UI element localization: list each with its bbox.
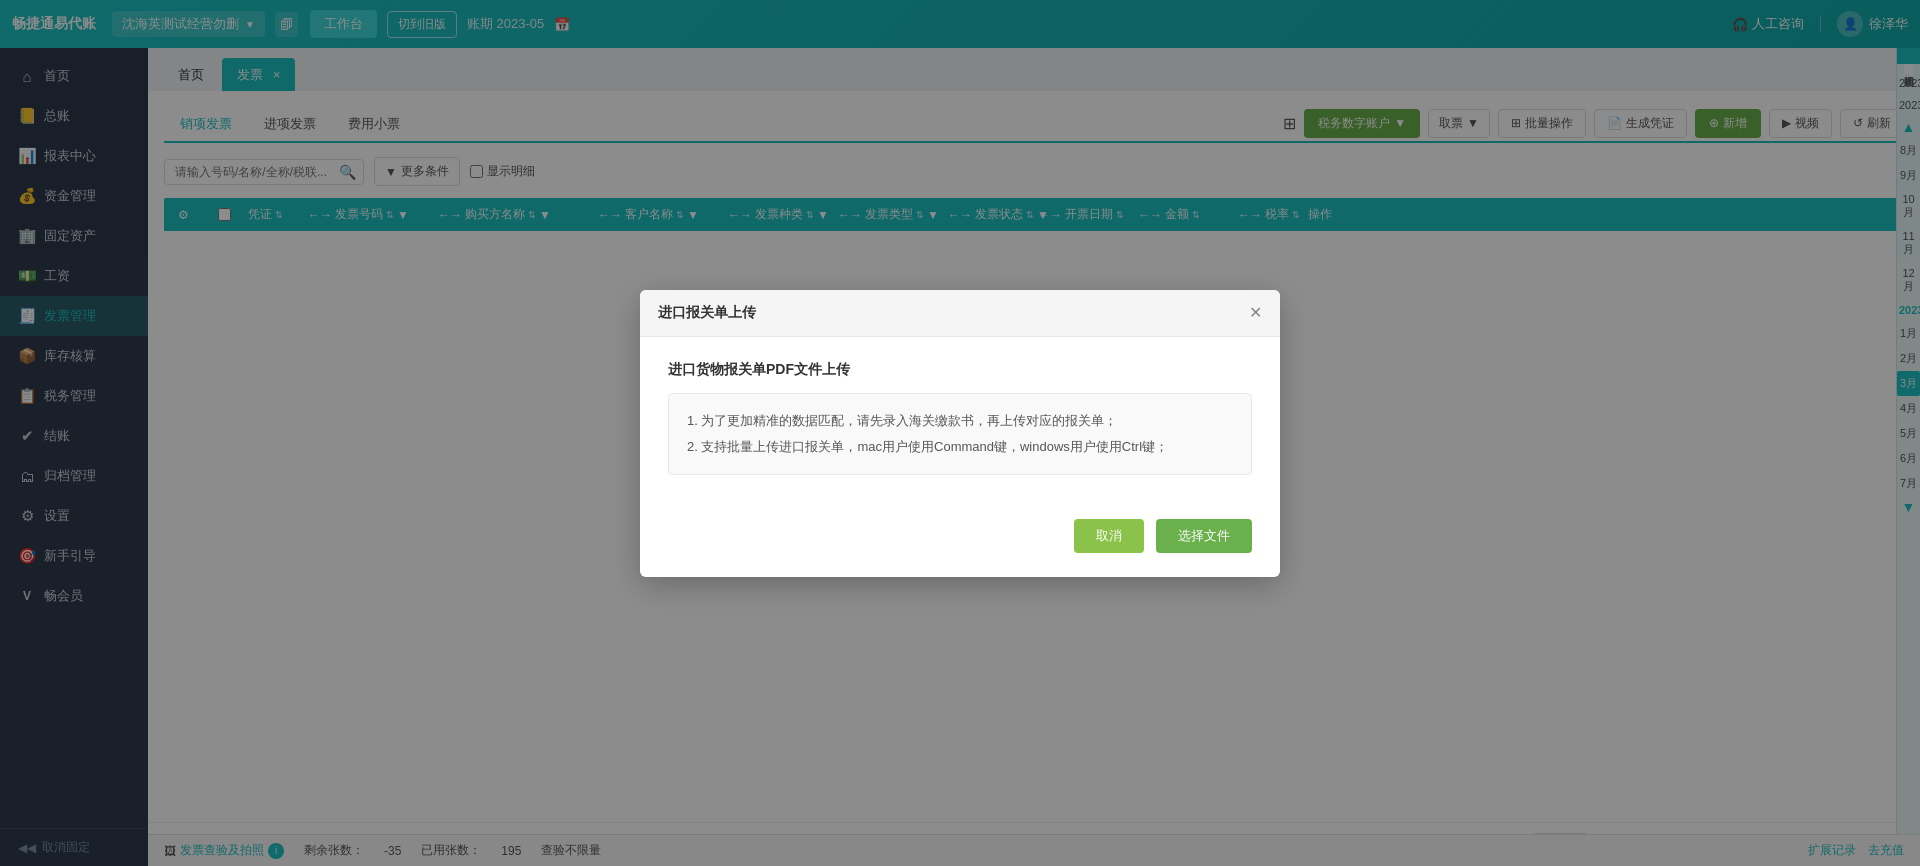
modal-body: 进口货物报关单PDF文件上传 1. 为了更加精准的数据匹配，请先录入海关缴款书，… (640, 337, 1280, 519)
modal-header: 进口报关单上传 ✕ (640, 290, 1280, 337)
modal-info-line-2: 2. 支持批量上传进口报关单，mac用户使用Command键，windows用户… (687, 434, 1233, 460)
modal-close-btn[interactable]: ✕ (1249, 305, 1262, 321)
modal-title: 进口报关单上传 (658, 304, 756, 322)
modal-info-box: 1. 为了更加精准的数据匹配，请先录入海关缴款书，再上传对应的报关单； 2. 支… (668, 393, 1252, 475)
modal-section-title: 进口货物报关单PDF文件上传 (668, 361, 1252, 379)
modal-overlay: 进口报关单上传 ✕ 进口货物报关单PDF文件上传 1. 为了更加精准的数据匹配，… (0, 0, 1920, 866)
modal-select-file-btn[interactable]: 选择文件 (1156, 519, 1252, 553)
modal-info-line-1: 1. 为了更加精准的数据匹配，请先录入海关缴款书，再上传对应的报关单； (687, 408, 1233, 434)
modal-footer: 取消 选择文件 (640, 519, 1280, 577)
modal-cancel-btn[interactable]: 取消 (1074, 519, 1144, 553)
import-customs-modal: 进口报关单上传 ✕ 进口货物报关单PDF文件上传 1. 为了更加精准的数据匹配，… (640, 290, 1280, 577)
